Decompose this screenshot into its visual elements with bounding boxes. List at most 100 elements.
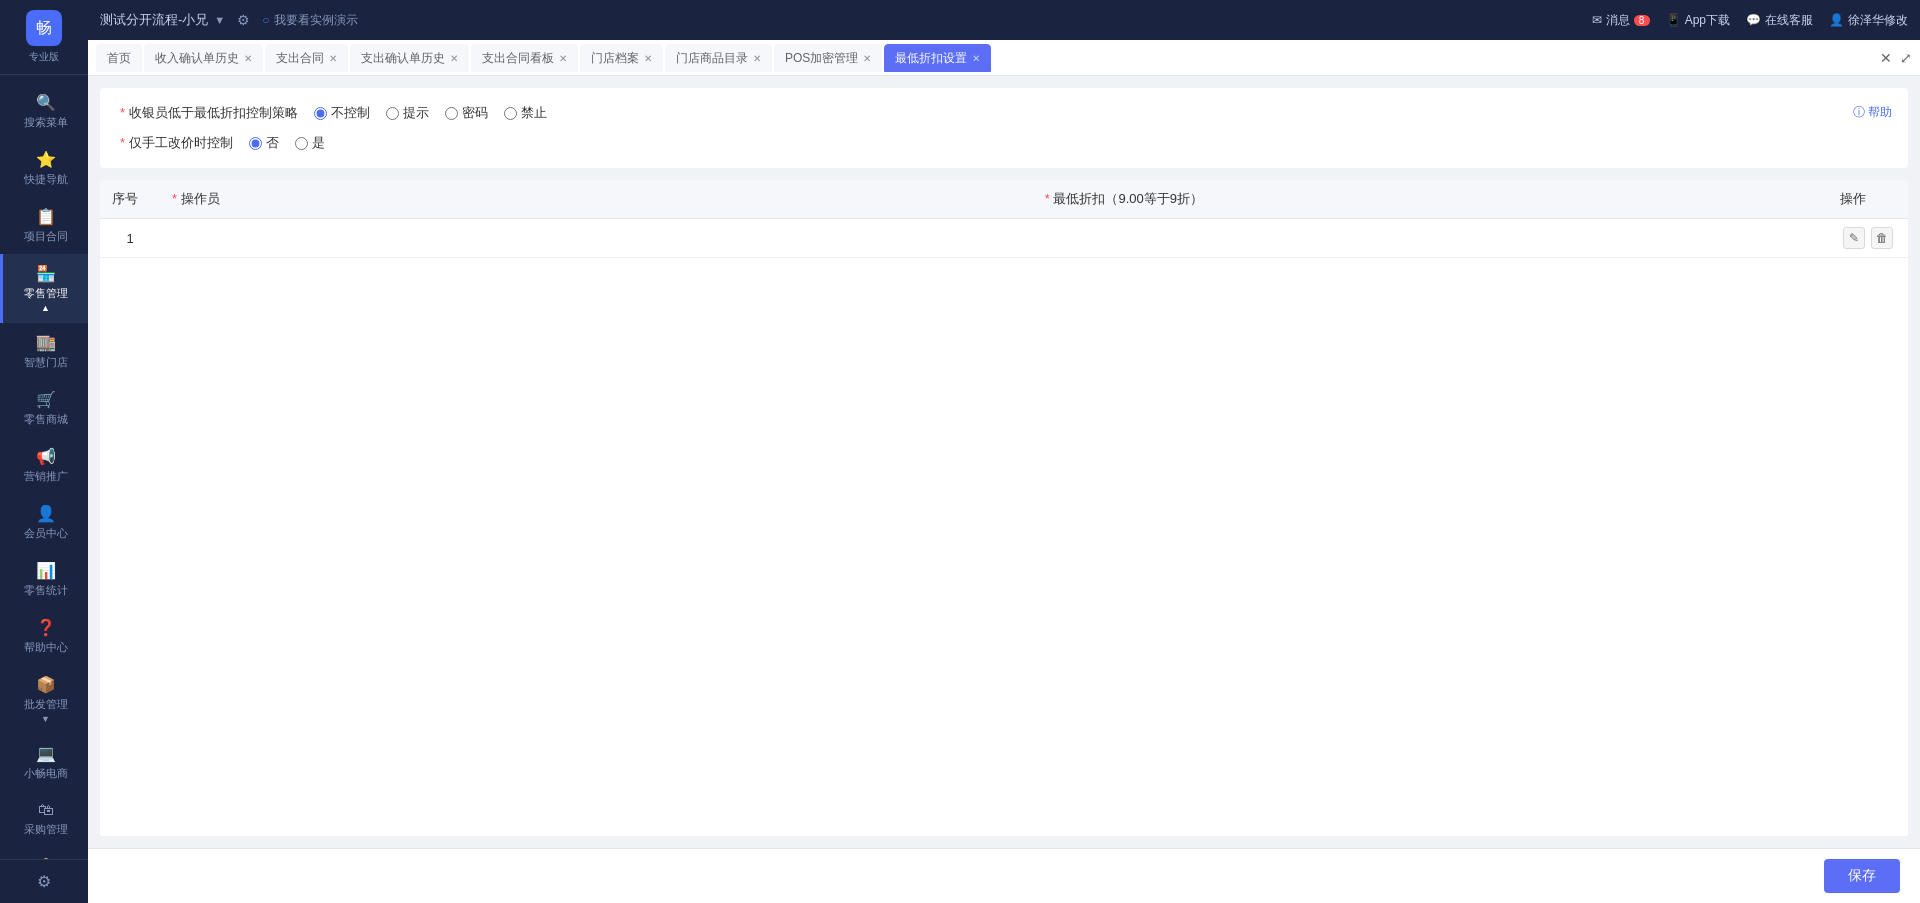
tab-payment-board-close[interactable]: ✕ <box>559 53 567 64</box>
content-area: ⓘ 帮助 收银员低于最低折扣控制策略 不控制 提示 <box>88 76 1920 903</box>
topbar-settings-button[interactable]: ⚙ <box>237 12 250 28</box>
radio-no-control[interactable]: 不控制 <box>314 104 370 122</box>
tabs-close-button[interactable]: ✕ <box>1880 50 1892 66</box>
radio-password[interactable]: 密码 <box>445 104 488 122</box>
radio-price-no-input[interactable] <box>249 137 262 150</box>
project-name: 测试分开流程-小兄 <box>100 11 208 29</box>
page-content: ⓘ 帮助 收银员低于最低折扣控制策略 不控制 提示 <box>88 76 1920 848</box>
tab-store-products-label: 门店商品目录 <box>676 50 748 67</box>
tab-home[interactable]: 首页 <box>96 44 142 72</box>
user-avatar-icon: 👤 <box>1829 13 1844 27</box>
app-download-button[interactable]: 📱 App下载 <box>1666 12 1730 29</box>
tab-payment-board-label: 支出合同看板 <box>482 50 554 67</box>
delete-row-button[interactable]: 🗑 <box>1871 227 1893 249</box>
radio-forbid[interactable]: 禁止 <box>504 104 547 122</box>
tab-pos-password-label: POS加密管理 <box>785 50 858 67</box>
radio-price-yes-input[interactable] <box>295 137 308 150</box>
online-service-label: 在线客服 <box>1765 12 1813 29</box>
project-dropdown-icon: ▼ <box>214 14 225 26</box>
tab-pos-password[interactable]: POS加密管理 ✕ <box>774 44 882 72</box>
tab-min-discount-close[interactable]: ✕ <box>972 53 980 64</box>
sidebar-item-member[interactable]: 👤 会员中心 <box>0 494 88 551</box>
table-row: 1 ✎ 🗑 <box>100 219 1908 258</box>
radio-forbid-input[interactable] <box>504 107 517 120</box>
tab-income-confirm[interactable]: 收入确认单历史 ✕ <box>144 44 263 72</box>
sidebar-item-project[interactable]: 📋 项目合同 <box>0 197 88 254</box>
user-profile-button[interactable]: 👤 徐泽华修改 <box>1829 12 1908 29</box>
tabs-expand-button[interactable]: ⤢ <box>1900 50 1912 66</box>
demo-link[interactable]: ○ 我要看实例演示 <box>262 12 358 29</box>
sidebar-item-marketing[interactable]: 📢 营销推广 <box>0 437 88 494</box>
sidebar-settings-button[interactable]: ⚙ <box>37 872 51 891</box>
tab-min-discount[interactable]: 最低折扣设置 ✕ <box>884 44 991 72</box>
help-label: 帮助 <box>1868 104 1892 121</box>
search-icon: 🔍 <box>36 93 56 112</box>
radio-remind-input[interactable] <box>386 107 399 120</box>
tab-payment-confirm[interactable]: 支出确认单历史 ✕ <box>350 44 469 72</box>
discount-policy-label: 收银员低于最低折扣控制策略 <box>120 104 298 122</box>
discount-table: 序号 操作员 最低折扣（9.00等于9折） 操作 1 <box>100 180 1908 258</box>
radio-remind[interactable]: 提示 <box>386 104 429 122</box>
user-name-label: 徐泽华修改 <box>1848 12 1908 29</box>
tab-store-products-close[interactable]: ✕ <box>753 53 761 64</box>
main-area: 测试分开流程-小兄 ▼ ⚙ ○ 我要看实例演示 ✉ 消息 8 📱 App下载 💬… <box>88 0 1920 903</box>
col-header-discount: 最低折扣（9.00等于9折） <box>1033 180 1828 219</box>
message-button[interactable]: ✉ 消息 8 <box>1592 12 1650 29</box>
sidebar-item-smart-store[interactable]: 🏬 智慧门店 <box>0 323 88 380</box>
tab-payment-board[interactable]: 支出合同看板 ✕ <box>471 44 578 72</box>
save-button[interactable]: 保存 <box>1824 859 1900 893</box>
sidebar-item-purchase[interactable]: 🛍 采购管理 <box>0 791 88 847</box>
tabs-controls: ✕ ⤢ <box>1880 50 1912 66</box>
tab-store-products[interactable]: 门店商品目录 ✕ <box>665 44 772 72</box>
retail-icon: 🏪 <box>36 264 56 283</box>
action-icons-group: ✎ 🗑 <box>1840 227 1896 249</box>
online-service-button[interactable]: 💬 在线客服 <box>1746 12 1813 29</box>
online-store-icon: 🛒 <box>36 390 56 409</box>
cell-operator <box>160 219 1033 258</box>
edit-row-button[interactable]: ✎ <box>1843 227 1865 249</box>
sidebar-item-ecommerce[interactable]: 💻 小畅电商 <box>0 734 88 791</box>
sidebar-item-search[interactable]: 🔍 搜索菜单 <box>0 83 88 140</box>
col-header-seq: 序号 <box>100 180 160 219</box>
sidebar-item-retail-stat[interactable]: 📊 零售统计 <box>0 551 88 608</box>
project-selector[interactable]: 测试分开流程-小兄 ▼ <box>100 11 225 29</box>
radio-password-label: 密码 <box>462 104 488 122</box>
sidebar-item-wholesale[interactable]: 📦 批发管理 ▼ <box>0 665 88 734</box>
tab-payment-contract-close[interactable]: ✕ <box>329 53 337 64</box>
app-download-icon: 📱 <box>1666 13 1681 27</box>
sidebar-item-online-store[interactable]: 🛒 零售商城 <box>0 380 88 437</box>
radio-price-no-label: 否 <box>266 134 279 152</box>
settings-form-card: ⓘ 帮助 收银员低于最低折扣控制策略 不控制 提示 <box>100 88 1908 168</box>
sidebar-item-retail[interactable]: 🏪 零售管理 ▲ <box>0 254 88 323</box>
tab-store-archive-close[interactable]: ✕ <box>644 53 652 64</box>
wholesale-arrow-icon: ▼ <box>41 714 50 724</box>
tab-home-label: 首页 <box>107 50 131 67</box>
cell-seq: 1 <box>100 219 160 258</box>
tab-income-confirm-close[interactable]: ✕ <box>244 53 252 64</box>
tab-payment-contract-label: 支出合同 <box>276 50 324 67</box>
radio-no-control-input[interactable] <box>314 107 327 120</box>
tab-store-archive[interactable]: 门店档案 ✕ <box>580 44 663 72</box>
wholesale-icon: 📦 <box>36 675 56 694</box>
demo-label: 我要看实例演示 <box>274 12 358 29</box>
purchase-icon: 🛍 <box>38 801 54 819</box>
shortcut-icon: ⭐ <box>36 150 56 169</box>
tab-payment-confirm-close[interactable]: ✕ <box>450 53 458 64</box>
tabs-bar: 首页 收入确认单历史 ✕ 支出合同 ✕ 支出确认单历史 ✕ 支出合同看板 ✕ 门… <box>88 40 1920 76</box>
sidebar-menu: 🔍 搜索菜单 ⭐ 快捷导航 📋 项目合同 🏪 零售管理 ▲ 🏬 智慧门店 🛒 零… <box>0 75 88 859</box>
radio-price-yes[interactable]: 是 <box>295 134 325 152</box>
sidebar-logo: 畅 专业版 <box>0 0 88 75</box>
sidebar-item-inventory[interactable]: 📦 库存核算 <box>0 847 88 859</box>
app-logo-icon: 畅 <box>26 10 62 46</box>
marketing-icon: 📢 <box>36 447 56 466</box>
help-button[interactable]: ⓘ 帮助 <box>1853 104 1892 121</box>
radio-remind-label: 提示 <box>403 104 429 122</box>
sidebar-item-help[interactable]: ❓ 帮助中心 <box>0 608 88 665</box>
radio-price-no[interactable]: 否 <box>249 134 279 152</box>
tab-pos-password-close[interactable]: ✕ <box>863 53 871 64</box>
sidebar-item-shortcut[interactable]: ⭐ 快捷导航 <box>0 140 88 197</box>
radio-password-input[interactable] <box>445 107 458 120</box>
cell-action: ✎ 🗑 <box>1828 219 1908 258</box>
col-header-operator: 操作员 <box>160 180 1033 219</box>
tab-payment-contract[interactable]: 支出合同 ✕ <box>265 44 348 72</box>
